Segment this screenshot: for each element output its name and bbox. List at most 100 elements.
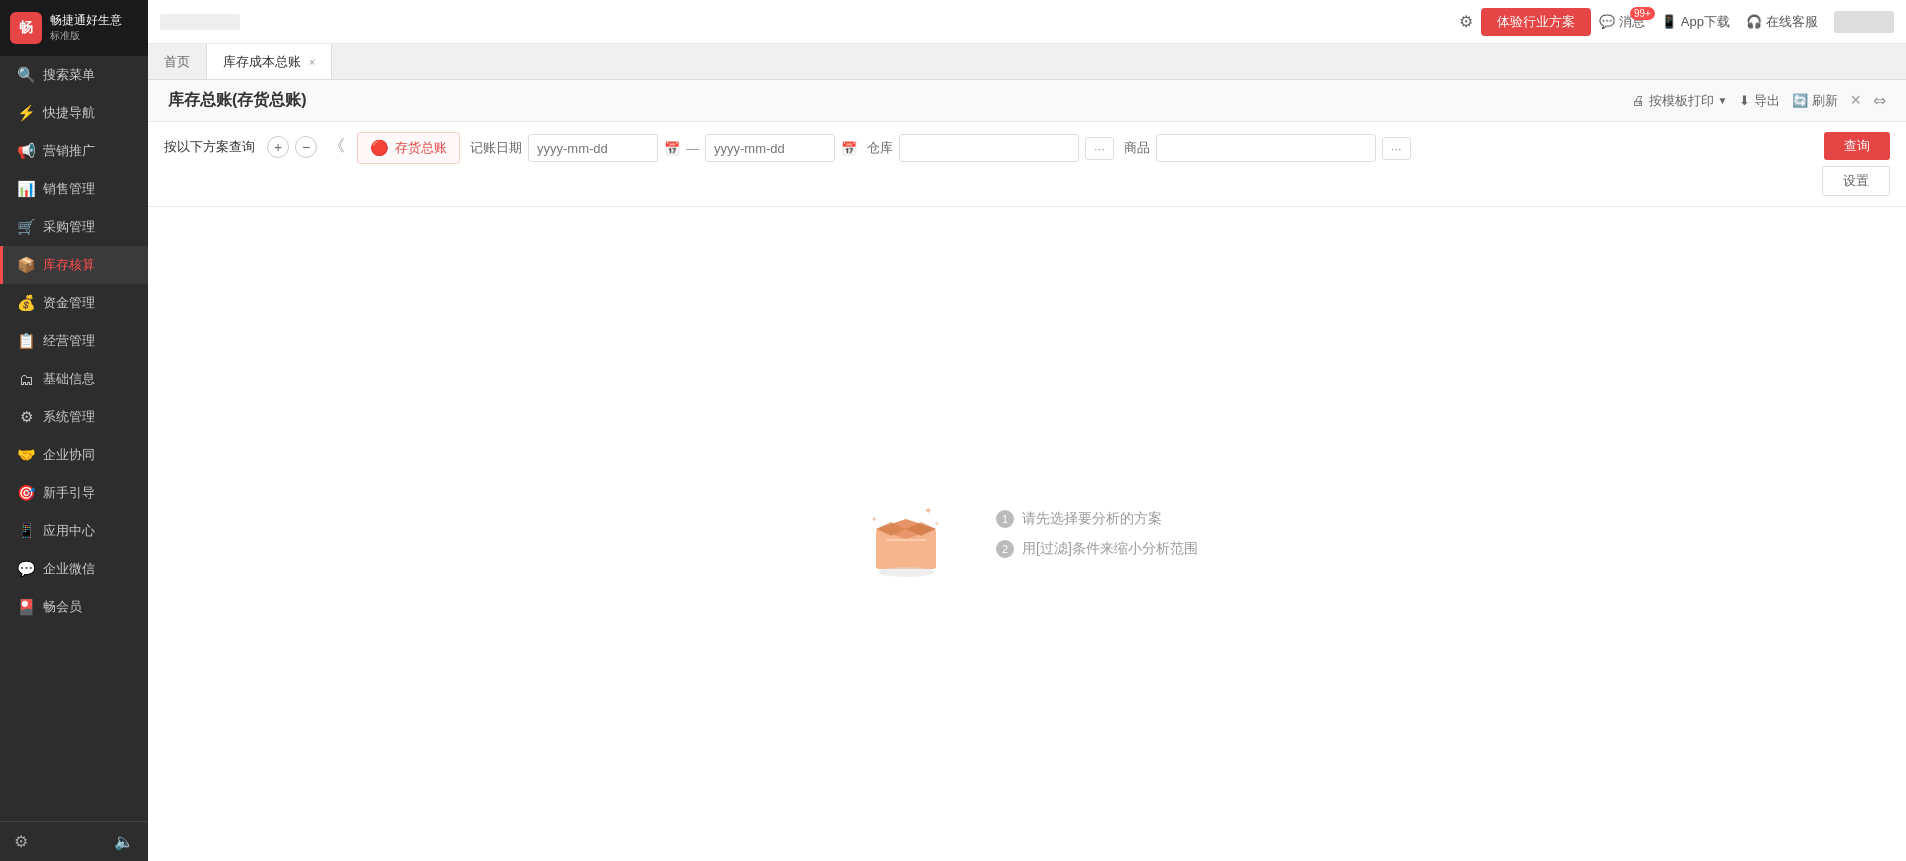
tip-2-number: 2 [996,540,1014,558]
sidebar-icon-appstore: 📱 [17,522,35,540]
filter-row-main: 🔴 存货总账 记账日期 📅 — 📅 仓库 [357,132,1810,164]
sidebar-footer: ⚙ 🔈 [0,821,148,861]
filter-settings-button[interactable]: 设置 [1822,166,1890,196]
svg-text:✦: ✦ [924,505,932,516]
sidebar-item-member[interactable]: 🎴畅会员 [0,588,148,626]
sidebar-icon-inventory: 📦 [17,256,35,274]
query-button[interactable]: 查询 [1824,132,1890,160]
sidebar-item-purchase[interactable]: 🛒 采购管理 [0,208,148,246]
sidebar-item-basic[interactable]: 🗂 基础信息 [0,360,148,398]
sidebar-item-marketing[interactable]: 📢营销推广 [0,132,148,170]
sidebar-item-sales[interactable]: 📊销售管理 [0,170,148,208]
tab-close-icon[interactable]: × [309,56,315,68]
goods-label: 商品 [1124,139,1150,157]
tip-2-text: 用[过滤]条件来缩小分析范围 [1022,540,1198,558]
sidebar-label-inventory: 库存核算 [43,256,95,274]
filter-collapse-button[interactable]: 《 [329,132,345,157]
user-profile[interactable] [1834,11,1894,33]
print-template-button[interactable]: 🖨 按模板打印 ▼ [1632,92,1728,110]
sidebar-item-shortcut[interactable]: ⚡快捷导航 [0,94,148,132]
sidebar-icon-newbie: 🎯 [17,484,35,502]
export-button[interactable]: ⬇ 导出 [1739,92,1780,110]
content: 库存总账(存货总账) 🖨 按模板打印 ▼ ⬇ 导出 🔄 刷新 × ⇔ [148,80,1906,861]
scheme-selector[interactable]: 🔴 存货总账 [357,132,460,164]
sidebar-icon-system: ⚙ [17,408,35,426]
empty-tips: 1 请先选择要分析的方案 2 用[过滤]条件来缩小分析范围 [996,510,1198,558]
empty-illustration: ✦ ✦ ✦ [856,484,956,584]
sidebar-item-enterprise[interactable]: 🤝企业协同 [0,436,148,474]
calendar-end-icon[interactable]: 📅 [841,141,857,156]
app-icon: 📱 [1661,14,1677,29]
date-start-input[interactable] [528,134,658,162]
goods-input[interactable] [1156,134,1376,162]
tab-inventory-label: 库存成本总账 [223,53,301,71]
sidebar-item-wechat[interactable]: 💬企业微信 [0,550,148,588]
goods-more-button[interactable]: ··· [1382,137,1411,160]
sidebar-item-appstore[interactable]: 📱应用中心 [0,512,148,550]
app-download-button[interactable]: 📱 App下载 [1661,13,1730,31]
logo-title: 畅捷通好生意 [50,13,122,29]
topbar-settings-icon[interactable]: ⚙ [1459,12,1473,31]
date-end-input[interactable] [705,134,835,162]
sidebar: 畅 畅捷通好生意 标准版 🔍搜索菜单⚡快捷导航📢营销推广📊销售管理🛒采购管理📦库… [0,0,148,861]
logo-text-block: 畅捷通好生意 标准版 [50,13,122,43]
filter-actions: + − [267,132,317,158]
topbar-right: 💬 消息 99+ 📱 App下载 🎧 在线客服 [1599,11,1894,33]
svg-point-5 [878,567,934,577]
sidebar-icon-enterprise: 🤝 [17,446,35,464]
export-label: 导出 [1754,92,1780,110]
sidebar-label-purchase: 采购管理 [43,218,95,236]
breadcrumb [160,14,1447,30]
calendar-start-icon[interactable]: 📅 [664,141,680,156]
audio-icon[interactable]: 🔈 [114,832,134,851]
sidebar-icon-operation: 📋 [17,332,35,350]
tab-inventory-ledger[interactable]: 库存成本总账 × [207,44,332,79]
settings-icon[interactable]: ⚙ [14,832,28,851]
sidebar-item-operation[interactable]: 📋 经营管理 [0,322,148,360]
close-panel-button[interactable]: × [1850,90,1861,111]
date-separator: — [686,141,699,156]
sidebar-label-search: 搜索菜单 [43,66,95,84]
warehouse-label: 仓库 [867,139,893,157]
refresh-button[interactable]: 🔄 刷新 [1792,92,1838,110]
filter-delete-button[interactable]: − [295,136,317,158]
table-area: ✦ ✦ ✦ 1 请先选择要分析的方案 2 用[过滤]条件来缩小分析范围 [148,207,1906,861]
online-service-button[interactable]: 🎧 在线客服 [1746,13,1818,31]
industry-button[interactable]: 体验行业方案 [1481,8,1591,36]
refresh-label: 刷新 [1812,92,1838,110]
filter-add-button[interactable]: + [267,136,289,158]
warehouse-more-button[interactable]: ··· [1085,137,1114,160]
tab-home[interactable]: 首页 [148,44,207,79]
sidebar-item-finance[interactable]: 💰资金管理 [0,284,148,322]
app-download-label: App下载 [1681,13,1730,31]
print-icon: 🖨 [1632,93,1645,108]
sidebar-label-finance: 资金管理 [43,294,95,312]
sidebar-nav: 🔍 搜索菜单 ⚡快捷导航📢营销推广📊销售管理 🛒 采购管理 📦 库存核算 💰资金管理 📋 经营管理… [0,56,148,821]
sidebar-label-system: 系统管理 [43,408,95,426]
export-icon: ⬇ [1739,93,1750,108]
sidebar-item-newbie[interactable]: 🎯 新手引导 [0,474,148,512]
main-area: ⚙ 体验行业方案 💬 消息 99+ 📱 App下载 🎧 在线客服 首页 [148,0,1906,861]
sidebar-item-inventory[interactable]: 📦 库存核算 [0,246,148,284]
page-header: 库存总账(存货总账) 🖨 按模板打印 ▼ ⬇ 导出 🔄 刷新 × ⇔ [148,80,1906,122]
expand-panel-button[interactable]: ⇔ [1873,91,1886,110]
scheme-label: 存货总账 [395,139,447,157]
message-button[interactable]: 💬 消息 99+ [1599,13,1645,31]
sidebar-item-system[interactable]: ⚙ 系统管理 [0,398,148,436]
sidebar-icon-basic: 🗂 [17,371,35,388]
sidebar-icon-wechat: 💬 [17,560,35,578]
sidebar-icon-purchase: 🛒 [17,218,35,236]
sidebar-item-search[interactable]: 🔍 搜索菜单 [0,56,148,94]
sidebar-label-operation: 经营管理 [43,332,95,350]
print-dropdown-icon[interactable]: ▼ [1718,95,1728,106]
refresh-icon: 🔄 [1792,93,1808,108]
sidebar-icon-member: 🎴 [17,598,35,616]
message-icon: 💬 [1599,14,1615,29]
sidebar-label-newbie: 新手引导 [43,484,95,502]
tip-1-number: 1 [996,510,1014,528]
warehouse-input[interactable] [899,134,1079,162]
breadcrumb-placeholder [160,14,240,30]
sidebar-icon-marketing: 📢 [17,142,35,160]
sidebar-icon-search: 🔍 [17,66,35,84]
sidebar-label-basic: 基础信息 [43,370,95,388]
